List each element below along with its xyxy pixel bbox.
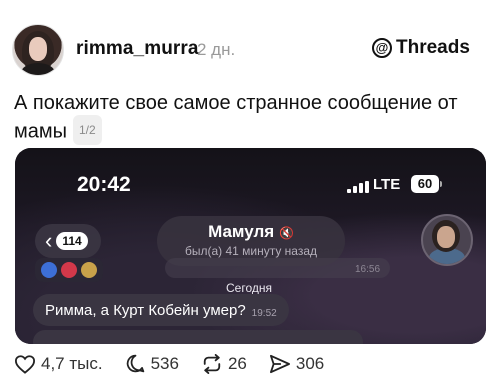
share-button[interactable]: 306 [269, 354, 324, 374]
threads-brand[interactable]: @ Threads [372, 37, 470, 59]
share-count: 306 [295, 353, 325, 373]
signal-bars-icon [347, 181, 369, 193]
next-message-bubble [33, 330, 363, 344]
threads-logo-icon: @ [372, 38, 392, 58]
speech-bubble-icon [126, 354, 144, 373]
chat-name: Мамуля [208, 222, 275, 241]
previous-message-time: 16:56 [355, 264, 381, 275]
reactions-strip [35, 258, 103, 282]
chat-back-button[interactable]: ‹ 114 [35, 224, 101, 258]
post-time: 2 дн. [197, 40, 236, 59]
heart-icon [14, 354, 36, 374]
like-count: 4,7 тыс. [41, 353, 103, 373]
post-actions: 4,7 тыс. 536 26 306 [14, 353, 346, 374]
chat-last-seen: был(а) 41 минуту назад [184, 244, 318, 258]
chat-title: Мамуля 🔇 [157, 222, 345, 242]
repost-count: 26 [227, 353, 247, 373]
battery-level: 60 [411, 175, 439, 193]
chat-screenshot-image[interactable]: 20:42 LTE 60 ‹ 114 Мамуля 🔇 был(а) 41 ми… [15, 148, 486, 344]
muted-speaker-icon: 🔇 [278, 226, 294, 240]
send-icon [269, 354, 290, 373]
page-indicator: 1/2 [73, 115, 102, 145]
message-text: Римма, а Курт Кобейн умер? [45, 301, 246, 319]
unread-count-badge: 114 [56, 232, 88, 250]
author-avatar[interactable] [12, 24, 64, 76]
like-button[interactable]: 4,7 тыс. [14, 354, 103, 374]
message-bubble[interactable]: Римма, а Курт Кобейн умер? 19:52 [33, 294, 289, 326]
status-bar-time: 20:42 [77, 173, 131, 196]
repost-arrows-icon [203, 353, 221, 374]
repost-button[interactable]: 26 [201, 353, 247, 374]
date-separator: Сегодня [226, 281, 272, 295]
reply-count: 536 [150, 353, 179, 373]
author-username[interactable]: rimma_murra [76, 38, 199, 60]
reply-button[interactable]: 536 [125, 353, 179, 374]
message-time: 19:52 [251, 307, 277, 319]
post-body: А покажите свое самое странное сообщение… [14, 89, 474, 147]
chevron-left-icon: ‹ [45, 228, 53, 253]
network-type: LTE [373, 176, 401, 193]
threads-label: Threads [396, 37, 470, 58]
contact-avatar[interactable] [421, 214, 473, 266]
